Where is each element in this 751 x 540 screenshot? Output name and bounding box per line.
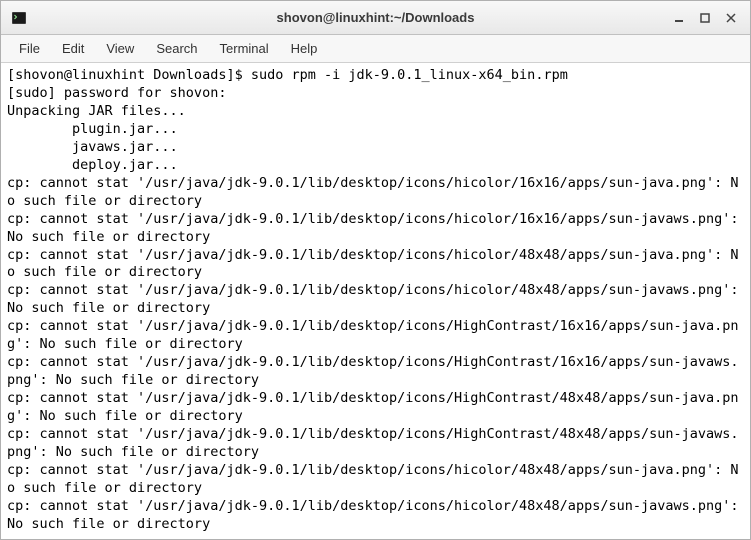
- menu-edit[interactable]: Edit: [52, 37, 94, 60]
- menu-search[interactable]: Search: [146, 37, 207, 60]
- menu-terminal[interactable]: Terminal: [210, 37, 279, 60]
- window-controls: [666, 7, 744, 29]
- shell-prompt: [shovon@linuxhint Downloads]$: [7, 67, 251, 83]
- maximize-button[interactable]: [692, 7, 718, 29]
- terminal-output-area[interactable]: [shovon@linuxhint Downloads]$ sudo rpm -…: [1, 63, 750, 539]
- minimize-button[interactable]: [666, 7, 692, 29]
- terminal-window: shovon@linuxhint:~/Downloads File Edit V…: [0, 0, 751, 540]
- window-title: shovon@linuxhint:~/Downloads: [277, 10, 475, 25]
- command-text: sudo rpm -i jdk-9.0.1_linux-x64_bin.rpm: [251, 67, 568, 83]
- menu-view[interactable]: View: [96, 37, 144, 60]
- terminal-icon: [11, 10, 27, 26]
- menu-file[interactable]: File: [9, 37, 50, 60]
- menu-help[interactable]: Help: [281, 37, 328, 60]
- terminal-output: [sudo] password for shovon: Unpacking JA…: [7, 85, 747, 532]
- close-button[interactable]: [718, 7, 744, 29]
- menubar: File Edit View Search Terminal Help: [1, 35, 750, 63]
- titlebar[interactable]: shovon@linuxhint:~/Downloads: [1, 1, 750, 35]
